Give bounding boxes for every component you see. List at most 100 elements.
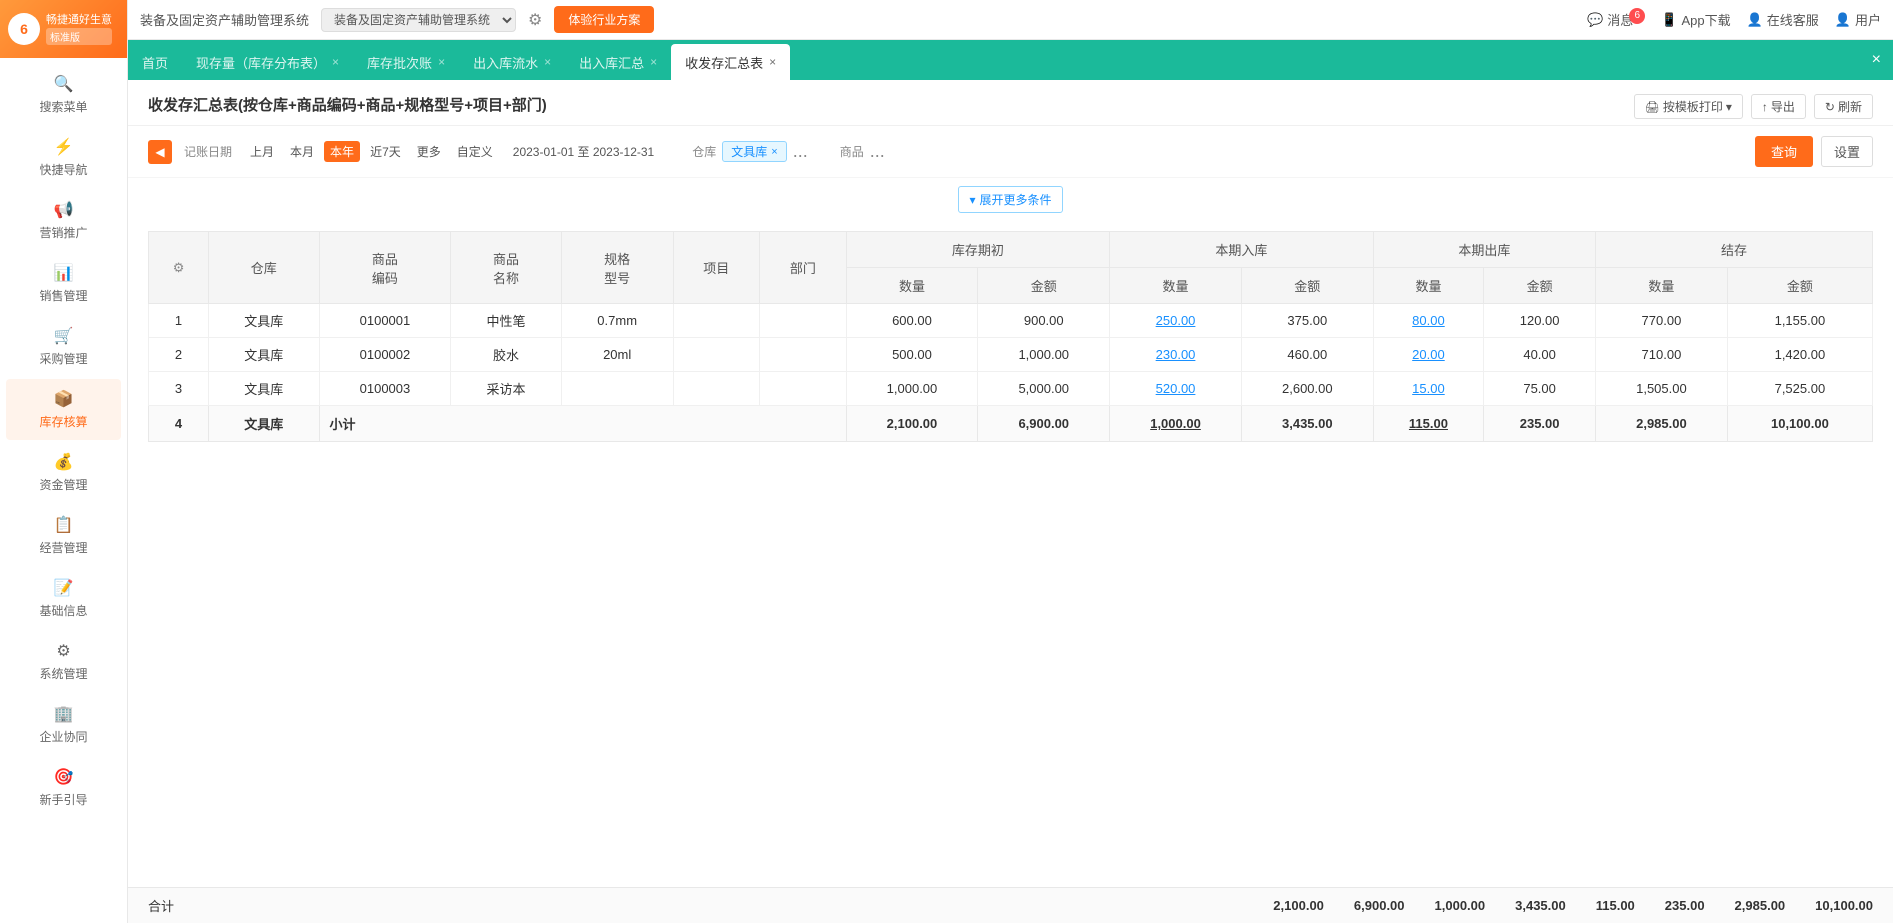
row-out-qty[interactable]: 20.00: [1373, 338, 1484, 372]
sidebar-item-quicknav[interactable]: ⚡ 快捷导航: [6, 127, 121, 188]
filter-toggle-btn[interactable]: ◀: [148, 140, 172, 164]
row-code: 0100003: [319, 372, 451, 406]
tab-batch-label: 库存批次账: [367, 53, 432, 72]
tab-stock-dist-close[interactable]: ×: [332, 55, 339, 69]
tab-batch-close[interactable]: ×: [438, 55, 445, 69]
settings-button[interactable]: 设置: [1821, 136, 1873, 167]
row-in-qty[interactable]: 520.00: [1110, 372, 1242, 406]
tab-batch[interactable]: 库存批次账 ×: [353, 44, 459, 80]
sidebar-item-system[interactable]: ⚙ 系统管理: [6, 631, 121, 692]
sidebar: 6 畅捷通好生意 标准版 🔍 搜索菜单 ⚡ 快捷导航 📢 营销推广 📊 销售管理…: [0, 0, 128, 923]
row-out-qty[interactable]: 15.00: [1373, 372, 1484, 406]
tab-flow[interactable]: 出入库流水 ×: [459, 44, 565, 80]
table-row: 1 文具库 0100001 中性笔 0.7mm 600.00 900.00 25…: [149, 304, 1873, 338]
sidebar-item-finance[interactable]: 💰 资金管理: [6, 442, 121, 503]
row-in-qty[interactable]: 250.00: [1110, 304, 1242, 338]
date-btn-thismonth[interactable]: 本月: [284, 141, 320, 162]
tab-stock-dist[interactable]: 现存量（库存分布表） ×: [182, 44, 353, 80]
refresh-button[interactable]: ↻ 刷新: [1814, 94, 1873, 119]
row-in-amt: 2,600.00: [1241, 372, 1373, 406]
row-open-qty: 600.00: [846, 304, 978, 338]
sidebar-item-operations[interactable]: 📋 经营管理: [6, 505, 121, 566]
row-project: [673, 304, 760, 338]
row-num: 2: [149, 338, 209, 372]
basics-icon: 📝: [54, 578, 74, 598]
operations-icon: 📋: [54, 515, 74, 535]
sidebar-item-inventory[interactable]: 📦 库存核算: [6, 379, 121, 440]
logo-badge: 标准版: [46, 28, 112, 45]
sidebar-item-search[interactable]: 🔍 搜索菜单: [6, 64, 121, 125]
row-close-amt: 7,525.00: [1727, 372, 1872, 406]
out-header: 本期出库: [1373, 232, 1595, 268]
export-button[interactable]: ↑ 导出: [1751, 94, 1806, 119]
row-open-qty: 500.00: [846, 338, 978, 372]
row-open-amt: 900.00: [978, 304, 1110, 338]
warehouse-more-icon[interactable]: ...: [793, 141, 808, 162]
date-btn-7days[interactable]: 近7天: [364, 141, 407, 162]
warehouse-filter-label: 仓库: [692, 143, 716, 160]
row-out-amt: 40.00: [1484, 338, 1596, 372]
sidebar-item-purchase[interactable]: 🛒 采购管理: [6, 316, 121, 377]
system-select[interactable]: 装备及固定资产辅助管理系统: [321, 8, 516, 32]
row-close-amt: 1,420.00: [1727, 338, 1872, 372]
tab-collection-close[interactable]: ×: [769, 55, 776, 69]
sidebar-item-label: 库存核算: [39, 413, 87, 430]
subtotal-label: 小计: [319, 406, 846, 442]
app-download-item[interactable]: 📱 App下载: [1661, 10, 1730, 29]
row-department: [760, 304, 847, 338]
user-label: 用户: [1855, 10, 1881, 29]
print-template-button[interactable]: 🖨 按模板打印 ▾: [1634, 94, 1743, 119]
tab-flow-close[interactable]: ×: [544, 55, 551, 69]
sidebar-item-marketing[interactable]: 📢 营销推广: [6, 190, 121, 251]
date-btn-custom[interactable]: 自定义: [451, 141, 499, 162]
system-title: 装备及固定资产辅助管理系统: [140, 10, 309, 29]
out-qty-header: 数量: [1373, 268, 1484, 304]
settings-icon[interactable]: ⚙: [528, 10, 542, 30]
row-out-qty[interactable]: 80.00: [1373, 304, 1484, 338]
sidebar-item-sales[interactable]: 📊 销售管理: [6, 253, 121, 314]
date-btn-lastmonth[interactable]: 上月: [244, 141, 280, 162]
sidebar-item-label: 资金管理: [39, 476, 87, 493]
date-btn-more[interactable]: 更多: [411, 141, 447, 162]
total-open-qty: 2,100.00: [1273, 898, 1324, 913]
table-row: 3 文具库 0100003 采访本 1,000.00 5,000.00 520.…: [149, 372, 1873, 406]
tab-in-out-summary[interactable]: 出入库汇总 ×: [565, 44, 671, 80]
expand-conditions-button[interactable]: ▾ 展开更多条件: [958, 186, 1062, 213]
row-name: 胶水: [451, 338, 561, 372]
message-item[interactable]: 💬 消息 6: [1587, 10, 1645, 29]
subtotal-in-qty: 1,000.00: [1110, 406, 1242, 442]
warehouse-tag: 文具库 ×: [722, 141, 786, 162]
date-btn-thisyear[interactable]: 本年: [324, 141, 360, 162]
page-actions: 🖨 按模板打印 ▾ ↑ 导出 ↻ 刷新: [1634, 94, 1873, 119]
user-icon: 👤: [1835, 12, 1851, 28]
tab-collection[interactable]: 收发存汇总表 ×: [671, 44, 790, 80]
page-header: 🖨 按模板打印 ▾ ↑ 导出 ↻ 刷新 收发存汇总表(按仓库+商品编码+商品+规…: [128, 80, 1893, 126]
query-button[interactable]: 查询: [1755, 136, 1813, 167]
chevron-down-icon: ▾: [1726, 100, 1732, 114]
sales-icon: 📊: [54, 263, 74, 283]
row-in-qty[interactable]: 230.00: [1110, 338, 1242, 372]
total-close-qty: 2,985.00: [1735, 898, 1786, 913]
total-values: 2,100.00 6,900.00 1,000.00 3,435.00 115.…: [1273, 898, 1873, 913]
sidebar-item-label: 基础信息: [39, 602, 87, 619]
warehouse-tag-remove[interactable]: ×: [771, 146, 777, 158]
topbar-right: 💬 消息 6 📱 App下载 👤 在线客服 👤 用户: [1587, 10, 1881, 29]
sidebar-item-basics[interactable]: 📝 基础信息: [6, 568, 121, 629]
content-area: 🖨 按模板打印 ▾ ↑ 导出 ↻ 刷新 收发存汇总表(按仓库+商品编码+商品+规…: [128, 80, 1893, 887]
online-service-label: 在线客服: [1767, 10, 1819, 29]
tab-home[interactable]: 首页: [128, 44, 182, 80]
tabs-close-all[interactable]: ×: [1860, 51, 1893, 69]
user-item[interactable]: 👤 用户: [1835, 10, 1881, 29]
tab-summary-close[interactable]: ×: [650, 55, 657, 69]
table-settings-header[interactable]: ⚙: [149, 232, 209, 304]
product-more-icon[interactable]: ...: [870, 141, 885, 162]
experience-button[interactable]: 体验行业方案: [554, 6, 654, 33]
warehouse-header: 仓库: [209, 232, 319, 304]
sidebar-item-label: 系统管理: [39, 665, 87, 682]
sidebar-item-enterprise[interactable]: 🏢 企业协同: [6, 694, 121, 755]
online-service-item[interactable]: 👤 在线客服: [1747, 10, 1819, 29]
sidebar-item-guide[interactable]: 🎯 新手引导: [6, 757, 121, 818]
subtotal-close-qty: 2,985.00: [1596, 406, 1728, 442]
filter-actions: 查询 设置: [1755, 136, 1873, 167]
row-close-amt: 1,155.00: [1727, 304, 1872, 338]
